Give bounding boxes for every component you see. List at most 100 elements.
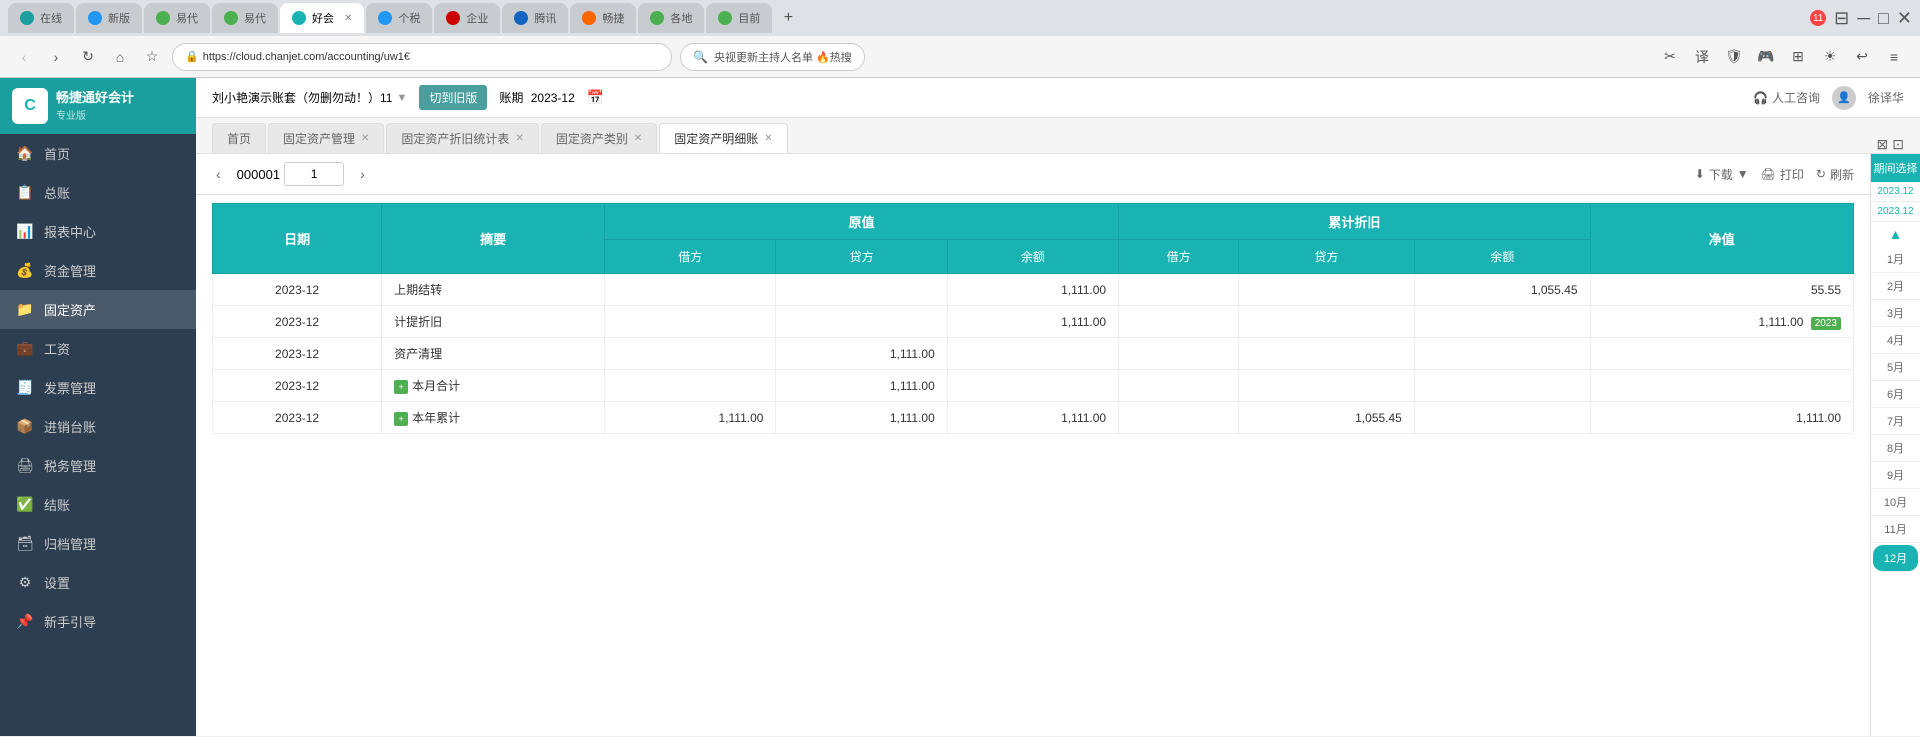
tab-label: 企业 [466, 10, 488, 26]
grid-icon[interactable]: ⊞ [1784, 43, 1812, 71]
menu-icon[interactable]: ≡ [1880, 43, 1908, 71]
period-month-12[interactable]: 12月 [1873, 545, 1918, 572]
scissors-icon[interactable]: ✂ [1656, 43, 1684, 71]
back-button[interactable]: ‹ [12, 45, 36, 69]
period-month-3[interactable]: 3月 [1871, 300, 1920, 327]
home-button[interactable]: ⌂ [108, 45, 132, 69]
account-selector[interactable]: 刘小艳演示账套（勿删勿动！）11 ▼ [212, 89, 407, 106]
maximize-icon[interactable]: □ [1878, 8, 1889, 29]
sidebar-item-label: 报表中心 [44, 222, 96, 241]
translate-icon[interactable]: 译 [1688, 43, 1716, 71]
period-month-10[interactable]: 10月 [1871, 489, 1920, 516]
sidebar-item-inventory[interactable]: 📦 进销台账 [0, 407, 196, 446]
tab-label: 目前 [738, 10, 760, 26]
tab-expand-icon[interactable]: ⊡ [1892, 136, 1904, 153]
period-month-9[interactable]: 9月 [1871, 462, 1920, 489]
cell-ljzj-ye [1414, 402, 1590, 434]
browser-tab-yidai2[interactable]: 易代 [212, 3, 278, 33]
tab-favicon [514, 11, 528, 25]
bookmark-button[interactable]: ☆ [140, 45, 164, 69]
tab-home[interactable]: 首页 [212, 123, 266, 153]
address-input[interactable]: 🔒 https://cloud.chanjet.com/accounting/u… [172, 43, 672, 71]
tab-fixed-category[interactable]: 固定资产类别 ✕ [541, 123, 657, 153]
sidebar-item-reports[interactable]: 📊 报表中心 [0, 212, 196, 251]
calendar-icon[interactable]: 📅 [587, 89, 604, 106]
refresh-button[interactable]: ↻ 刷新 [1816, 166, 1854, 183]
sidebar-item-guide[interactable]: 📌 新手引导 [0, 602, 196, 641]
period-sidebar: 期间选择 2023.12 2023.12 ▲ 1月 2月 3月 4月 5月 6月… [1870, 154, 1920, 736]
browser-tab-muqian[interactable]: 目前 [706, 3, 772, 33]
sidebar-item-label: 进销台账 [44, 417, 96, 436]
sidebar-item-funds[interactable]: 💰 资金管理 [0, 251, 196, 290]
period-month-5[interactable]: 5月 [1871, 354, 1920, 381]
browser-tab-gedi[interactable]: 各地 [638, 3, 704, 33]
sidebar-item-ledger[interactable]: 📋 总账 [0, 173, 196, 212]
tab-label: 好会 [312, 10, 334, 26]
cell-summary: 上期结转 [382, 274, 605, 306]
prev-page-button[interactable]: ‹ [212, 164, 225, 184]
col-yuanzhi-jf: 借方 [605, 240, 776, 274]
support-button[interactable]: 🎧 人工咨询 [1753, 89, 1820, 106]
funds-icon: 💰 [16, 262, 34, 280]
switch-version-button[interactable]: 切到旧版 [419, 85, 487, 110]
period-month-1[interactable]: 1月 [1871, 246, 1920, 273]
sidebar-item-closing[interactable]: ✅ 结账 [0, 485, 196, 524]
minimize-icon[interactable]: ─ [1857, 8, 1870, 29]
tab-fixed-detail[interactable]: 固定资产明细账 ✕ [659, 123, 787, 153]
browser-tab-qiye[interactable]: 企业 [434, 3, 500, 33]
sidebar-item-settings[interactable]: ⚙ 设置 [0, 563, 196, 602]
tab-close-icon[interactable]: ✕ [515, 133, 523, 144]
tab-close-icon[interactable]: ✕ [344, 13, 352, 24]
sidebar-item-tax[interactable]: 🖨 税务管理 [0, 446, 196, 485]
sidebar-item-salary[interactable]: 💼 工资 [0, 329, 196, 368]
toolbar-icons: ✂ 译 🛡 🎮 ⊞ ☀ ↩ ≡ [1656, 43, 1908, 71]
forward-button[interactable]: › [44, 45, 68, 69]
browser-tab-changjie[interactable]: 畅捷 [570, 3, 636, 33]
sidebar-item-invoice[interactable]: 🧾 发票管理 [0, 368, 196, 407]
period-month-11[interactable]: 11月 [1871, 516, 1920, 543]
next-page-button[interactable]: › [356, 164, 369, 184]
page-input[interactable] [284, 162, 344, 186]
browser-tab-zaixin[interactable]: 在线 [8, 3, 74, 33]
tab-add-button[interactable]: + [774, 4, 802, 32]
period-month-8[interactable]: 8月 [1871, 435, 1920, 462]
period-label: 账期 2023-12 [499, 89, 574, 106]
period-value: 2023-12 [531, 91, 575, 105]
browser-tab-tengxun[interactable]: 腾讯 [502, 3, 568, 33]
table-container: 日期 摘要 原值 累计折旧 净值 借方 贷方 余额 借方 [196, 195, 1870, 736]
sidebar-item-archive[interactable]: 🗃 归档管理 [0, 524, 196, 563]
main-content: 刘小艳演示账套（勿删勿动！）11 ▼ 切到旧版 账期 2023-12 📅 🎧 人… [196, 78, 1920, 736]
print-button[interactable]: 🖨 打印 [1761, 166, 1804, 183]
period-month-7[interactable]: 7月 [1871, 408, 1920, 435]
search-box[interactable]: 🔍 央视更新主持人名单 🔥热搜 [680, 43, 865, 71]
tab-list-icon[interactable]: ⊟ [1834, 8, 1849, 29]
tab-favicon [582, 11, 596, 25]
period-month-6[interactable]: 6月 [1871, 381, 1920, 408]
tab-collapse-icon[interactable]: ⊠ [1877, 136, 1889, 153]
col-ljzj-df: 贷方 [1239, 240, 1415, 274]
period-month-2[interactable]: 2月 [1871, 273, 1920, 300]
refresh-button[interactable]: ↻ [76, 45, 100, 69]
browser-tab-haohui[interactable]: 好会 ✕ [280, 3, 364, 33]
ledger-icon: 📋 [16, 184, 34, 202]
close-icon[interactable]: ✕ [1897, 8, 1912, 29]
sidebar-item-label: 新手引导 [44, 612, 96, 631]
sidebar-item-home[interactable]: 🏠 首页 [0, 134, 196, 173]
browser-tab-xinban[interactable]: 新版 [76, 3, 142, 33]
tab-close-icon[interactable]: ✕ [764, 133, 772, 144]
sidebar-item-fixed[interactable]: 📁 固定资产 [0, 290, 196, 329]
brightness-icon[interactable]: ☀ [1816, 43, 1844, 71]
period-month-4[interactable]: 4月 [1871, 327, 1920, 354]
tab-fixed-mgmt[interactable]: 固定资产管理 ✕ [268, 123, 384, 153]
game-icon[interactable]: 🎮 [1752, 43, 1780, 71]
browser-tab-yidai1[interactable]: 易代 [144, 3, 210, 33]
undo-icon[interactable]: ↩ [1848, 43, 1876, 71]
tab-close-icon[interactable]: ✕ [634, 133, 642, 144]
tab-close-icon[interactable]: ✕ [361, 133, 369, 144]
cell-yuanzhi-jf [605, 370, 776, 402]
period-scroll-up[interactable]: ▲ [1871, 222, 1920, 246]
download-button[interactable]: ⬇ 下载 ▼ [1695, 166, 1749, 183]
shield-icon[interactable]: 🛡 [1720, 43, 1748, 71]
browser-tab-geshui[interactable]: 个税 [366, 3, 432, 33]
tab-depreciation-stats[interactable]: 固定资产折旧统计表 ✕ [386, 123, 538, 153]
